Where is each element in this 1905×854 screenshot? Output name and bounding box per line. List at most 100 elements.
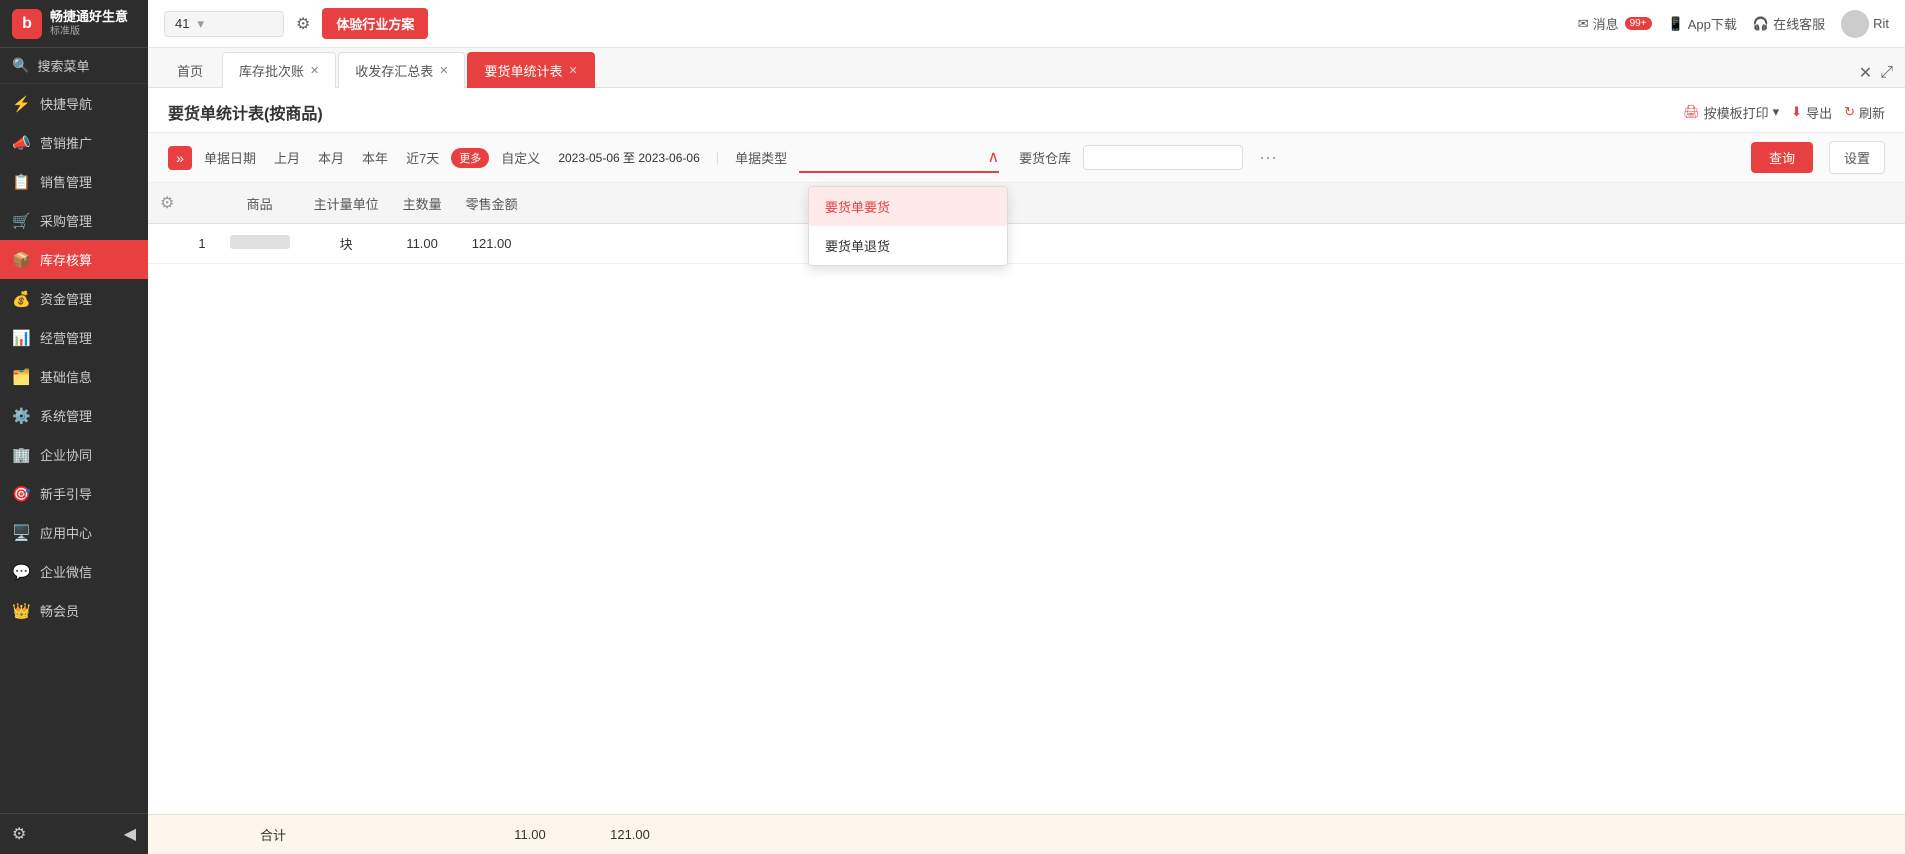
sidebar-icon-app-center: 🖥️	[12, 524, 30, 542]
date-range-display: 2023-05-06 至 2023-06-06	[558, 149, 699, 166]
col-row-num	[186, 183, 217, 224]
col-product: 商品	[218, 183, 302, 224]
tab-label-requisition-stats: 要货单统计表	[484, 61, 562, 80]
sidebar-item-member[interactable]: 👑 畅会员	[0, 591, 148, 630]
export-label: 导出	[1806, 103, 1832, 122]
tab-home[interactable]: 首页	[160, 52, 220, 88]
sidebar-item-wechat[interactable]: 💬 企业微信	[0, 552, 148, 591]
sidebar-item-app-center[interactable]: 🖥️ 应用中心	[0, 513, 148, 552]
sidebar-item-system[interactable]: ⚙️ 系统管理	[0, 396, 148, 435]
collapse-icon[interactable]: ◀	[124, 824, 136, 844]
sidebar-item-purchase[interactable]: 🛒 采购管理	[0, 201, 148, 240]
sidebar-icon-member: 👑	[12, 602, 30, 620]
refresh-button[interactable]: ↻ 刷新	[1844, 103, 1885, 122]
notification-label: 消息	[1593, 14, 1619, 33]
tab-close-requisition-stats[interactable]: ✕	[569, 64, 578, 77]
date-custom-button[interactable]: 自定义	[495, 146, 546, 169]
chevron-up-icon[interactable]: ∧	[987, 147, 999, 167]
sidebar-item-quick-nav[interactable]: ⚡ 快捷导航	[0, 84, 148, 123]
search-icon: 🔍	[12, 57, 29, 74]
date-shortcut-last-month[interactable]: 上月	[268, 146, 306, 169]
col-unit: 主计量单位	[302, 183, 391, 224]
main-content: 41 ▾ ⚙ 体验行业方案 ✉ 消息 99+ 📱 App下载 🎧 在线客服 R	[148, 0, 1905, 854]
topbar-left: 41 ▾ ⚙ 体验行业方案	[164, 8, 428, 39]
refresh-label: 刷新	[1859, 103, 1885, 122]
store-selector[interactable]: 41 ▾	[164, 11, 284, 37]
sidebar-item-enterprise[interactable]: 🏢 企业协同	[0, 435, 148, 474]
sidebar-label-sales: 销售管理	[40, 172, 136, 191]
type-filter-label: 单据类型	[735, 148, 787, 167]
sidebar-icon-purchase: 🛒	[12, 212, 30, 230]
sidebar-label-operations: 经营管理	[40, 328, 136, 347]
warehouse-filter-input[interactable]	[1083, 145, 1243, 170]
trial-button[interactable]: 体验行业方案	[322, 8, 428, 39]
filter-expand-button[interactable]: »	[168, 146, 192, 170]
page-body: 要货单统计表(按商品) 🖨 按模板打印 ▾ ⬇ 导出 ↻ 刷新	[148, 88, 1905, 854]
sidebar-label-inventory: 库存核算	[40, 250, 136, 269]
online-service-label: 在线客服	[1773, 14, 1825, 33]
column-settings-icon[interactable]: ⚙	[160, 195, 174, 212]
settings-icon[interactable]: ⚙	[12, 824, 26, 844]
tab-requisition-stats[interactable]: 要货单统计表 ✕	[467, 52, 594, 88]
date-more-button[interactable]: 更多	[451, 148, 489, 168]
sidebar-item-marketing[interactable]: 📣 营销推广	[0, 123, 148, 162]
sidebar-icon-operations: 📊	[12, 329, 30, 347]
sidebar-label-basics: 基础信息	[40, 367, 136, 386]
sidebar-search[interactable]: 🔍 搜索菜单	[0, 48, 148, 84]
user-profile[interactable]: Rit	[1841, 10, 1889, 38]
col-settings[interactable]: ⚙	[148, 183, 186, 224]
expand-icon: »	[176, 150, 184, 166]
filter-settings-button[interactable]: 设置	[1829, 141, 1885, 174]
sidebar-label-enterprise: 企业协同	[40, 445, 136, 464]
sidebar-item-sales[interactable]: 📋 销售管理	[0, 162, 148, 201]
table-container: ⚙ 商品 主计量单位 主数量 零售金额 1 块 11.00 121.00	[148, 183, 1905, 814]
topbar-settings-icon[interactable]: ⚙	[296, 14, 310, 34]
app-download-label: App下载	[1688, 14, 1737, 33]
footer-label: 合计	[260, 825, 380, 844]
print-button[interactable]: 🖨 按模板打印 ▾	[1683, 103, 1779, 122]
sidebar-icon-finance: 💰	[12, 290, 30, 308]
sidebar-item-finance[interactable]: 💰 资金管理	[0, 279, 148, 318]
tab-close-inventory-batch[interactable]: ✕	[310, 64, 319, 77]
date-filter-label: 单据日期	[204, 148, 256, 167]
sidebar-item-basics[interactable]: 🗂️ 基础信息	[0, 357, 148, 396]
dropdown-item-requisition-return[interactable]: 要货单退货	[809, 226, 1007, 265]
cell-quantity-0: 11.00	[391, 224, 454, 264]
print-icon: 🖨	[1683, 104, 1700, 120]
sidebar-label-member: 畅会员	[40, 601, 136, 620]
more-filters-button[interactable]: ···	[1259, 147, 1277, 168]
search-label: 搜索菜单	[37, 56, 89, 75]
sidebar-icon-system: ⚙️	[12, 407, 30, 425]
dropdown-item-requisition-order[interactable]: 要货单要货	[809, 187, 1007, 226]
app-download-button[interactable]: 📱 App下载	[1668, 14, 1737, 33]
filter-row: » 单据日期 上月 本月 本年 近7天 更多 自定义 2023-05-06 至 …	[148, 132, 1905, 183]
date-shortcut-this-month[interactable]: 本月	[312, 146, 350, 169]
date-shortcut-this-year[interactable]: 本年	[356, 146, 394, 169]
search-button[interactable]: 查询	[1751, 142, 1813, 173]
export-button[interactable]: ⬇ 导出	[1791, 103, 1832, 122]
date-shortcut-7days[interactable]: 近7天	[400, 146, 445, 169]
print-dropdown-icon: ▾	[1773, 104, 1780, 120]
sidebar-label-purchase: 采购管理	[40, 211, 136, 230]
sidebar-item-inventory[interactable]: 📦 库存核算	[0, 240, 148, 279]
type-filter-select[interactable]: ∧	[799, 143, 999, 173]
type-filter-input[interactable]	[799, 149, 987, 164]
online-service-button[interactable]: 🎧 在线客服	[1753, 14, 1825, 33]
logo-text: 畅捷通好生意 标准版	[50, 9, 128, 39]
filter-divider-1: |	[716, 150, 719, 165]
tab-close-receive-summary[interactable]: ✕	[439, 64, 448, 77]
tab-inventory-batch[interactable]: 库存批次账✕	[222, 52, 336, 88]
tab-expand-button[interactable]: ⤢	[1880, 64, 1893, 82]
sidebar-label-guide: 新手引导	[40, 484, 136, 503]
sidebar-icon-wechat: 💬	[12, 563, 30, 581]
logo-icon: b	[12, 9, 42, 39]
cell-product-0	[218, 224, 302, 264]
cell-check-0[interactable]	[148, 224, 186, 264]
sidebar-icon-basics: 🗂️	[12, 368, 30, 386]
sidebar-item-guide[interactable]: 🎯 新手引导	[0, 474, 148, 513]
user-name: Rit	[1873, 16, 1889, 31]
sidebar-item-operations[interactable]: 📊 经营管理	[0, 318, 148, 357]
tab-receive-summary[interactable]: 收发存汇总表✕	[338, 52, 465, 88]
tab-close-all-button[interactable]: ✕	[1859, 63, 1872, 83]
notifications-button[interactable]: ✉ 消息 99+	[1578, 14, 1652, 33]
